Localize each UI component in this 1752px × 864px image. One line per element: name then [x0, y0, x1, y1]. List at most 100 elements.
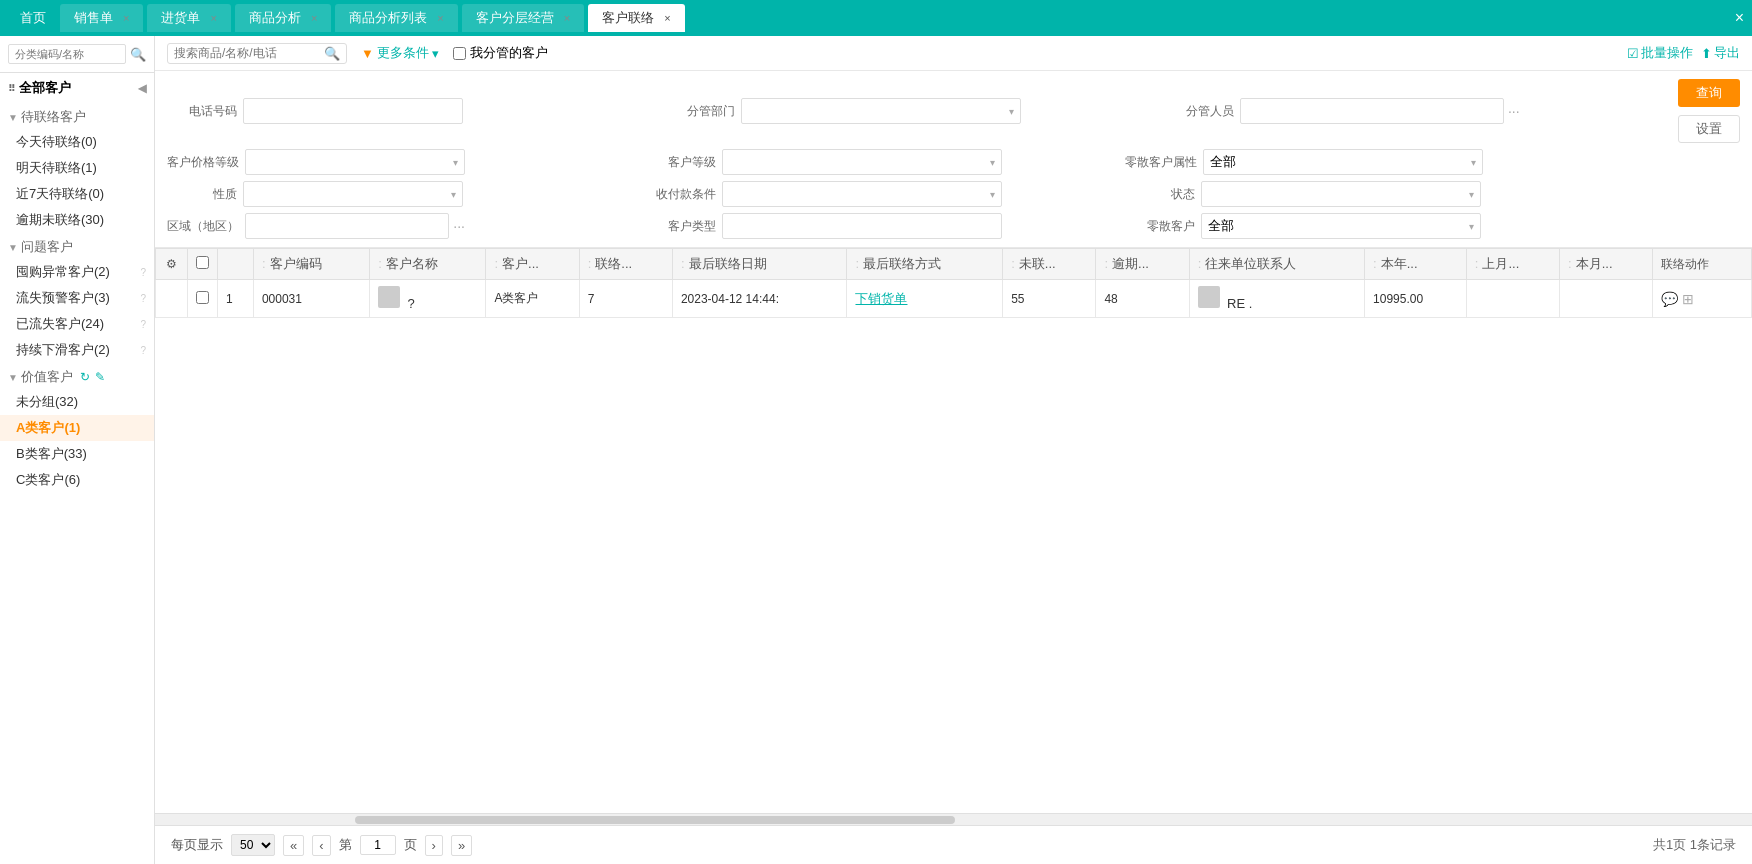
- filter-status-select[interactable]: ▾: [1201, 181, 1481, 207]
- main-search-icon[interactable]: 🔍: [324, 46, 340, 61]
- nav-tab-customer-contact-close[interactable]: ×: [664, 12, 670, 24]
- all-customers-section[interactable]: ⠿ 全部客户 ◀: [0, 73, 154, 103]
- filter-row-1: 电话号码 分管部门 ▾ 分管人员 ···: [167, 79, 1740, 143]
- search-box: 🔍: [167, 43, 347, 64]
- action-msg-icon[interactable]: 💬: [1661, 291, 1678, 307]
- filter-payment-select[interactable]: ▾: [722, 181, 1002, 207]
- sidebar-item-class-c[interactable]: C类客户(6): [0, 467, 154, 493]
- select-all-checkbox[interactable]: [196, 256, 209, 269]
- value-refresh-icon[interactable]: ↻: [80, 370, 90, 384]
- th-last-date[interactable]: :最后联络日期: [672, 249, 847, 280]
- th-year-sales[interactable]: :本年...: [1365, 249, 1467, 280]
- filter-scatter-select[interactable]: 全部 ▾: [1201, 213, 1481, 239]
- my-customers-checkbox[interactable]: [453, 47, 466, 60]
- filter-customer-level-select[interactable]: ▾: [722, 149, 1002, 175]
- filter-dept: 分管部门 ▾: [665, 98, 1163, 124]
- next-page-btn[interactable]: ›: [425, 835, 443, 856]
- export-btn[interactable]: ⬆ 导出: [1701, 44, 1740, 62]
- filter-scatter-value: 全部: [1208, 217, 1234, 235]
- scroll-thumb[interactable]: [355, 816, 955, 824]
- value-edit-icon[interactable]: ✎: [95, 370, 105, 384]
- sidebar-item-hoarding[interactable]: 囤购异常客户(2) ?: [0, 259, 154, 285]
- horizontal-scrollbar[interactable]: [155, 813, 1752, 825]
- last-page-btn[interactable]: »: [451, 835, 472, 856]
- sidebar-search-icon[interactable]: 🔍: [130, 47, 146, 62]
- th-level[interactable]: :客户...: [486, 249, 579, 280]
- last-method-link[interactable]: 下销货单: [855, 291, 907, 306]
- group-problem-customer[interactable]: ▼ 问题客户: [0, 233, 154, 259]
- nav-tab-customer-tier[interactable]: 客户分层经营 ×: [462, 4, 584, 32]
- th-contact[interactable]: :联络...: [579, 249, 672, 280]
- sidebar-collapse-btn[interactable]: ◀: [138, 82, 146, 95]
- nav-tab-analysis[interactable]: 商品分析 ×: [235, 4, 331, 32]
- th-not-contact[interactable]: :未联...: [1003, 249, 1096, 280]
- th-last-method[interactable]: :最后联络方式: [847, 249, 1003, 280]
- sidebar-item-class-a[interactable]: A类客户(1): [0, 415, 154, 441]
- settings-btn[interactable]: 设置: [1678, 115, 1740, 143]
- nav-tab-customer-contact[interactable]: 客户联络 ×: [588, 4, 684, 32]
- close-all-btn[interactable]: ×: [1735, 9, 1744, 27]
- sidebar-item-7days[interactable]: 近7天待联络(0): [0, 181, 154, 207]
- group-value-customer[interactable]: ▼ 价值客户 ↻ ✎: [0, 363, 154, 389]
- filter-person-dots-icon[interactable]: ···: [1508, 103, 1520, 119]
- filter-scatter-attr-select[interactable]: 全部 ▾: [1203, 149, 1483, 175]
- filter-person-input[interactable]: [1240, 98, 1504, 124]
- filter-customer-type-input[interactable]: [722, 213, 1002, 239]
- th-last-month[interactable]: :上月...: [1466, 249, 1559, 280]
- action-grid-icon[interactable]: ⊞: [1682, 291, 1694, 307]
- th-code[interactable]: :客户编码: [253, 249, 369, 280]
- th-unit-contact[interactable]: :往来单位联系人: [1189, 249, 1364, 280]
- sidebar-search-input[interactable]: [8, 44, 126, 64]
- my-customers-checkbox-label[interactable]: 我分管的客户: [453, 44, 548, 62]
- th-gear[interactable]: ⚙: [156, 249, 188, 280]
- nav-tab-analysis-close[interactable]: ×: [311, 12, 317, 24]
- nav-tab-purchase-close[interactable]: ×: [210, 12, 216, 24]
- td-code: 000031: [253, 280, 369, 318]
- th-this-month[interactable]: :本月...: [1560, 249, 1653, 280]
- sidebar-item-class-b-label: B类客户(33): [16, 445, 87, 463]
- td-contact: 7: [579, 280, 672, 318]
- filter-region-input[interactable]: [245, 213, 449, 239]
- main-search-input[interactable]: [174, 46, 324, 60]
- query-btn[interactable]: 查询: [1678, 79, 1740, 107]
- customer-level-chevron-icon: ▾: [990, 157, 995, 168]
- th-check[interactable]: [188, 249, 218, 280]
- sidebar-item-churn-warn[interactable]: 流失预警客户(3) ?: [0, 285, 154, 311]
- filter-region-dots-icon[interactable]: ···: [453, 218, 465, 234]
- sidebar-item-overdue[interactable]: 逾期未联络(30): [0, 207, 154, 233]
- page-number-input[interactable]: [360, 835, 396, 855]
- td-check[interactable]: [188, 280, 218, 318]
- page-size-select[interactable]: 50: [231, 834, 275, 856]
- nav-tab-sales[interactable]: 销售单 ×: [60, 4, 143, 32]
- nav-tab-analysis-list[interactable]: 商品分析列表 ×: [335, 4, 457, 32]
- sidebar-item-churned[interactable]: 已流失客户(24) ?: [0, 311, 154, 337]
- sidebar-item-class-b[interactable]: B类客户(33): [0, 441, 154, 467]
- first-page-btn[interactable]: «: [283, 835, 304, 856]
- th-overdue[interactable]: :逾期...: [1096, 249, 1189, 280]
- filter-dept-select[interactable]: ▾: [741, 98, 1021, 124]
- more-filter-btn[interactable]: ▼ 更多条件 ▾: [355, 42, 445, 64]
- sidebar-item-unclassified[interactable]: 未分组(32): [0, 389, 154, 415]
- nav-tab-analysis-list-close[interactable]: ×: [437, 12, 443, 24]
- th-name[interactable]: :客户名称: [370, 249, 486, 280]
- filter-price-level-select[interactable]: ▾: [245, 149, 465, 175]
- batch-op-label: 批量操作: [1641, 44, 1693, 62]
- sidebar-item-today[interactable]: 今天待联络(0): [0, 129, 154, 155]
- filter-icon: ▼: [361, 46, 374, 61]
- all-customers-label: 全部客户: [19, 79, 71, 97]
- main-layout: 🔍 ⠿ 全部客户 ◀ ▼ 待联络客户 今天待联络(0) 明天待联络(1) 近7天…: [0, 36, 1752, 864]
- nav-tab-purchase[interactable]: 进货单 ×: [147, 4, 230, 32]
- filter-nature-select[interactable]: ▾: [243, 181, 463, 207]
- group-pending-contact[interactable]: ▼ 待联络客户: [0, 103, 154, 129]
- nav-home[interactable]: 首页: [8, 0, 58, 36]
- filter-phone-input[interactable]: [243, 98, 463, 124]
- sidebar-item-declining[interactable]: 持续下滑客户(2) ?: [0, 337, 154, 363]
- batch-op-btn[interactable]: ☑ 批量操作: [1627, 44, 1693, 62]
- row-checkbox[interactable]: [196, 291, 209, 304]
- nav-tab-sales-close[interactable]: ×: [123, 12, 129, 24]
- nav-tab-customer-tier-close[interactable]: ×: [564, 12, 570, 24]
- prev-page-btn[interactable]: ‹: [312, 835, 330, 856]
- td-last-method[interactable]: 下销货单: [847, 280, 1003, 318]
- td-gear: [156, 280, 188, 318]
- sidebar-item-tomorrow[interactable]: 明天待联络(1): [0, 155, 154, 181]
